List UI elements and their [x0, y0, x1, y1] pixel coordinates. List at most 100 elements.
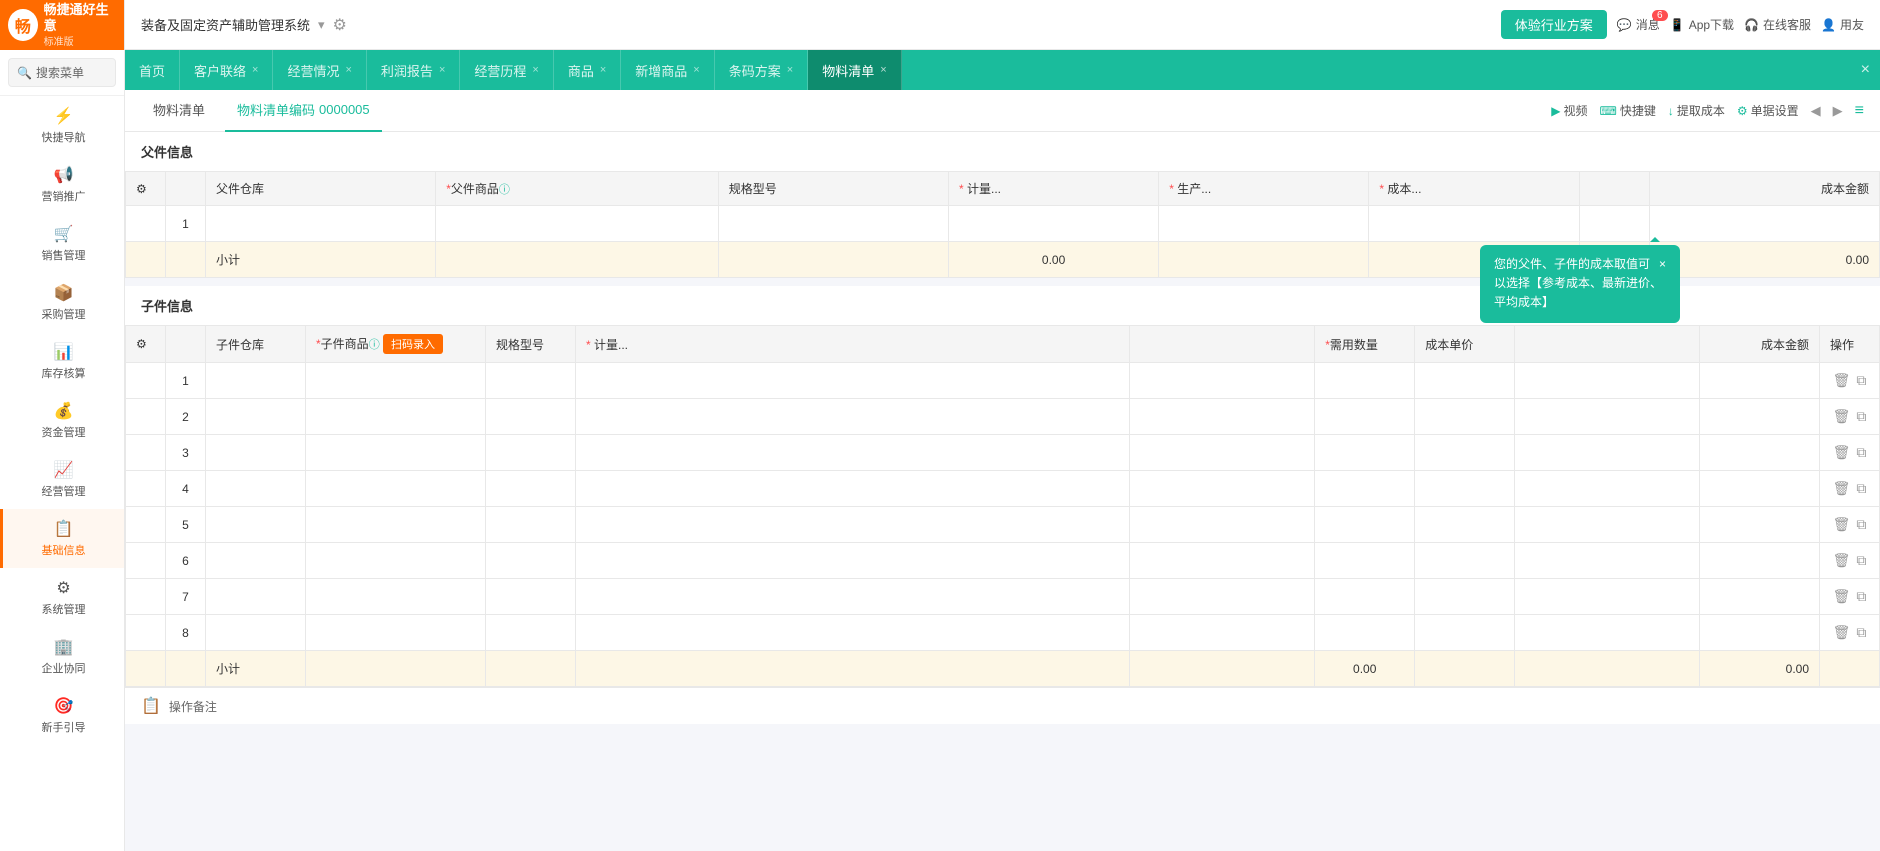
dropdown-arrow-icon[interactable]: ▾ [318, 17, 325, 33]
sidebar-item-basic-info[interactable]: 📋 基础信息 [0, 509, 124, 568]
tab-barcode-close[interactable]: × [787, 64, 793, 76]
child-row-spec-5[interactable] [486, 543, 576, 579]
child-row-qty-2[interactable] [576, 435, 1130, 471]
child-row-need-qty-1[interactable] [1315, 399, 1415, 435]
child-row-warehouse-7[interactable] [206, 615, 306, 651]
child-row-need-qty-5[interactable] [1315, 543, 1415, 579]
child-row-unit-cost-6[interactable] [1415, 579, 1515, 615]
sidebar-item-system[interactable]: ⚙ 系统管理 [0, 568, 124, 627]
child-row-goods-2[interactable] [306, 435, 486, 471]
child-row-qty-3[interactable] [576, 471, 1130, 507]
message-item[interactable]: 💬 消息 6 [1617, 16, 1660, 33]
app-download-item[interactable]: 📱 App下载 [1670, 16, 1734, 33]
user-item[interactable]: 👤 用友 [1821, 16, 1864, 33]
tab-history-close[interactable]: × [532, 64, 538, 76]
tab-new-goods[interactable]: 新增商品 × [621, 50, 714, 90]
online-service-item[interactable]: 🎧 在线客服 [1744, 16, 1811, 33]
parent-row-goods[interactable] [436, 206, 719, 242]
tab-bom[interactable]: 物料清单 × [808, 50, 901, 90]
tab-profit[interactable]: 利润报告 × [367, 50, 460, 90]
nav-right-icon[interactable]: ▶ [1833, 103, 1843, 119]
child-row-unit-cost-7[interactable] [1415, 615, 1515, 651]
delete-icon-6[interactable]: 🗑 [1833, 588, 1851, 605]
action-shortcut[interactable]: ⌨ 快捷键 [1600, 102, 1656, 119]
child-row-goods-0[interactable] [306, 363, 486, 399]
child-row-need-qty-6[interactable] [1315, 579, 1415, 615]
child-row-qty-1[interactable] [576, 399, 1130, 435]
child-row-goods-5[interactable] [306, 543, 486, 579]
child-row-unit-cost-3[interactable] [1415, 471, 1515, 507]
child-row-qty-4[interactable] [576, 507, 1130, 543]
tab-history[interactable]: 经营历程 × [460, 50, 553, 90]
child-row-qty-0[interactable] [576, 363, 1130, 399]
copy-icon-5[interactable]: ⧉ [1856, 552, 1866, 569]
tab-new-goods-close[interactable]: × [693, 64, 699, 76]
sub-tab-list[interactable]: 物料清单 [141, 90, 217, 132]
sidebar-item-operation-mgmt[interactable]: 📈 经营管理 [0, 450, 124, 509]
child-row-unit-cost-4[interactable] [1415, 507, 1515, 543]
child-row-qty-6[interactable] [576, 579, 1130, 615]
child-row-warehouse-6[interactable] [206, 579, 306, 615]
child-row-spec-3[interactable] [486, 471, 576, 507]
tabs-close-all[interactable]: × [1851, 61, 1880, 79]
sidebar-item-enterprise[interactable]: 🏢 企业协同 [0, 627, 124, 686]
sidebar-item-marketing[interactable]: 📢 营销推广 [0, 155, 124, 214]
child-row-goods-4[interactable] [306, 507, 486, 543]
child-row-need-qty-2[interactable] [1315, 435, 1415, 471]
nav-left-icon[interactable]: ◀ [1811, 103, 1821, 119]
tab-operation-close[interactable]: × [345, 64, 351, 76]
tab-barcode[interactable]: 条码方案 × [715, 50, 808, 90]
child-row-goods-6[interactable] [306, 579, 486, 615]
child-row-warehouse-2[interactable] [206, 435, 306, 471]
delete-icon-4[interactable]: 🗑 [1833, 516, 1851, 533]
sidebar-item-purchase[interactable]: 📦 采购管理 [0, 273, 124, 332]
child-row-goods-1[interactable] [306, 399, 486, 435]
copy-icon-4[interactable]: ⧉ [1856, 516, 1866, 533]
try-button[interactable]: 体验行业方案 [1501, 10, 1607, 39]
child-row-unit-cost-2[interactable] [1415, 435, 1515, 471]
child-row-need-qty-3[interactable] [1315, 471, 1415, 507]
action-cost[interactable]: ↓ 提取成本 [1668, 102, 1725, 119]
parent-row-produce[interactable] [1159, 206, 1369, 242]
child-row-need-qty-0[interactable] [1315, 363, 1415, 399]
delete-icon-2[interactable]: 🗑 [1833, 444, 1851, 461]
delete-icon-7[interactable]: 🗑 [1833, 624, 1851, 641]
sub-tab-detail[interactable]: 物料清单编码 0000005 [225, 90, 382, 132]
copy-icon-1[interactable]: ⧉ [1856, 408, 1866, 425]
copy-icon-2[interactable]: ⧉ [1856, 444, 1866, 461]
child-row-spec-4[interactable] [486, 507, 576, 543]
tab-goods[interactable]: 商品 × [554, 50, 621, 90]
child-row-spec-7[interactable] [486, 615, 576, 651]
child-row-spec-1[interactable] [486, 399, 576, 435]
sidebar-item-quick-nav[interactable]: ⚡ 快捷导航 [0, 96, 124, 155]
sidebar-item-sales[interactable]: 🛒 销售管理 [0, 214, 124, 273]
tooltip-close[interactable]: × [1659, 255, 1666, 274]
child-row-goods-7[interactable] [306, 615, 486, 651]
parent-row-spec[interactable] [718, 206, 948, 242]
settings-icon[interactable]: ⚙ [333, 15, 347, 35]
delete-icon-0[interactable]: 🗑 [1833, 372, 1851, 389]
sidebar-search[interactable]: 🔍 搜索菜单 [0, 50, 124, 96]
tab-home[interactable]: 首页 [125, 50, 180, 90]
tab-goods-close[interactable]: × [600, 64, 606, 76]
child-row-qty-7[interactable] [576, 615, 1130, 651]
parent-row-cost[interactable] [1369, 206, 1579, 242]
action-settings[interactable]: ⚙ 单据设置 [1737, 102, 1799, 119]
child-row-spec-2[interactable] [486, 435, 576, 471]
delete-icon-5[interactable]: 🗑 [1833, 552, 1851, 569]
child-row-qty-5[interactable] [576, 543, 1130, 579]
action-view[interactable]: ▶ 视频 [1551, 102, 1587, 119]
child-row-spec-6[interactable] [486, 579, 576, 615]
child-row-need-qty-7[interactable] [1315, 615, 1415, 651]
tab-customer[interactable]: 客户联络 × [180, 50, 273, 90]
child-col-settings[interactable]: ⚙ [126, 326, 166, 363]
child-row-unit-cost-1[interactable] [1415, 399, 1515, 435]
child-row-warehouse-4[interactable] [206, 507, 306, 543]
search-button[interactable]: 🔍 搜索菜单 [8, 58, 116, 87]
parent-col-settings[interactable]: ⚙ [126, 172, 166, 206]
child-row-warehouse-3[interactable] [206, 471, 306, 507]
grid-view-icon[interactable]: ≡ [1855, 102, 1864, 120]
scan-button[interactable]: 扫码录入 [383, 334, 443, 354]
tab-bom-close[interactable]: × [880, 64, 886, 76]
sidebar-item-inventory[interactable]: 📊 库存核算 [0, 332, 124, 391]
